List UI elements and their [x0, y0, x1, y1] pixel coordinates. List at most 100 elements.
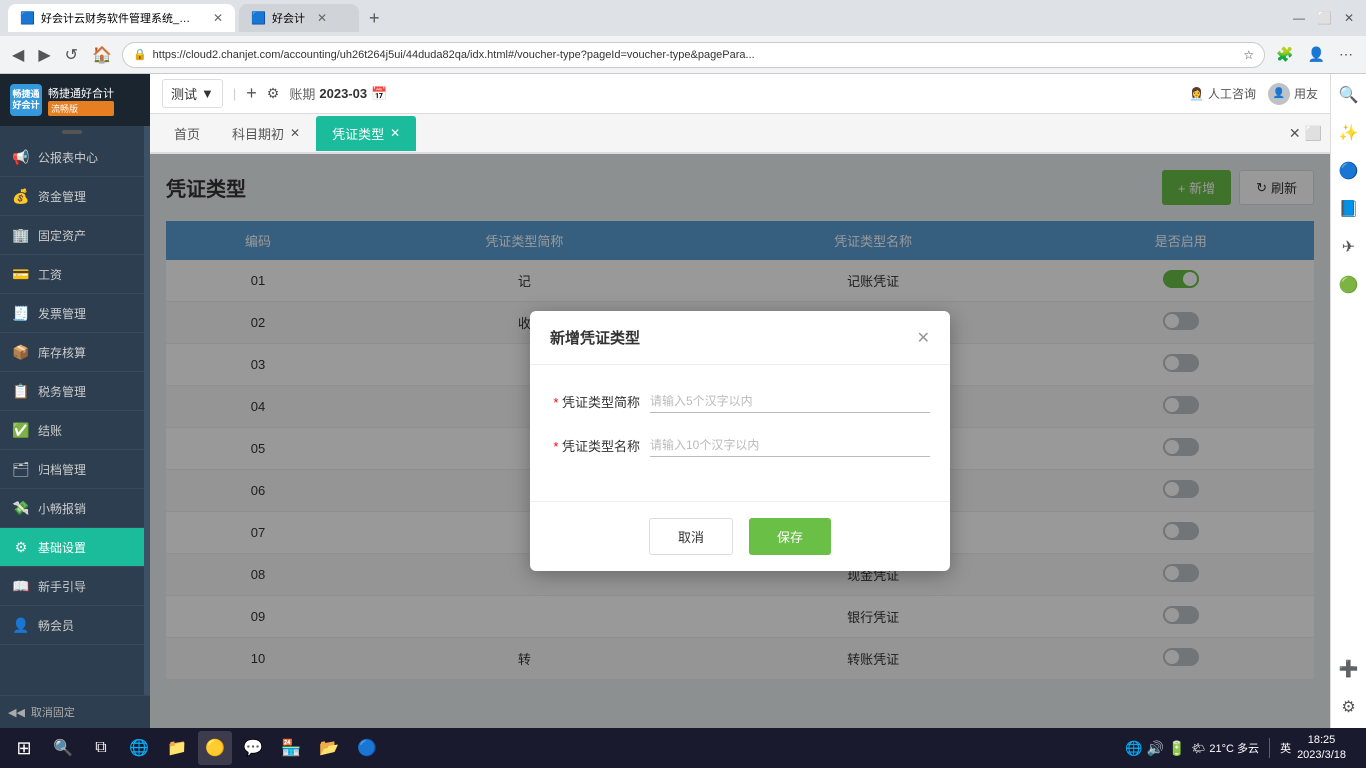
right-circle-icon[interactable]: 🔵	[1336, 158, 1362, 184]
right-add-icon[interactable]: ➕	[1336, 656, 1362, 682]
sidebar-item-fixed-assets[interactable]: 🏢 固定资产	[0, 216, 144, 255]
abbr-input[interactable]	[650, 389, 930, 413]
url-text: https://cloud2.chanjet.com/accounting/uh…	[153, 49, 1238, 61]
weather-info: 🌤 21°C 多云	[1191, 740, 1259, 756]
logo-badge: 流畅版	[48, 101, 114, 116]
taskview-button[interactable]: ⧉	[84, 731, 118, 765]
weather-text: 21°C 多云	[1209, 740, 1259, 756]
star-icon[interactable]: ☆	[1243, 48, 1254, 62]
tab-maximize-button[interactable]: ⬜	[1305, 125, 1322, 142]
sidebar-item-member[interactable]: 👤 畅会员	[0, 606, 144, 645]
volume-icon[interactable]: 🔊	[1147, 740, 1164, 757]
edge2-button[interactable]: 🔵	[350, 731, 384, 765]
cancel-fixed-icon: ◀◀	[8, 706, 25, 719]
profile-button[interactable]: 👤	[1303, 43, 1330, 66]
tab-voucher-close-icon[interactable]: ✕	[390, 126, 400, 140]
forward-button[interactable]: ▶	[34, 41, 54, 69]
cancel-fixed-btn[interactable]: ◀◀ 取消固定	[0, 695, 150, 728]
sidebar-item-expense[interactable]: 💸 小畅报销	[0, 489, 144, 528]
explorer-button[interactable]: 📁	[160, 731, 194, 765]
browser-tab-active[interactable]: 🟦 好会计云财务软件管理系统_会计 ✕	[8, 4, 235, 32]
sidebar-item-invoice[interactable]: 🧾 发票管理	[0, 294, 144, 333]
wechat-button[interactable]: 💬	[236, 731, 270, 765]
sidebar-item-archive[interactable]: 🗂 归档管理	[0, 450, 144, 489]
sidebar-item-settlement[interactable]: ✅ 结账	[0, 411, 144, 450]
tab-voucher-type[interactable]: 凭证类型 ✕	[316, 116, 416, 151]
period-icon: 📅	[371, 86, 387, 102]
guide-icon: 📖	[12, 577, 30, 595]
tab-favicon: 🟦	[20, 11, 35, 25]
extensions-button[interactable]: 🧩	[1271, 43, 1298, 66]
more-button[interactable]: ⋯	[1334, 43, 1358, 66]
logo-area: 畅捷通好会计 畅捷通好合计 流畅版	[0, 74, 150, 126]
search-taskbar-button[interactable]: 🔍	[46, 731, 80, 765]
right-plane-icon[interactable]: ✈	[1336, 234, 1362, 260]
browser-tab-inactive[interactable]: 🟦 好会计 ✕	[239, 4, 359, 32]
tax-icon: 📋	[12, 382, 30, 400]
browser-chrome: 🟦 好会计云财务软件管理系统_会计 ✕ 🟦 好会计 ✕ + — ⬜ ✕	[0, 0, 1366, 36]
start-button[interactable]: ⊞	[6, 730, 42, 766]
fixed-assets-icon: 🏢	[12, 226, 30, 244]
right-green-icon[interactable]: 🟢	[1336, 272, 1362, 298]
close-window-button[interactable]: ✕	[1340, 7, 1358, 29]
consult-button[interactable]: 👩‍💼 人工咨询	[1189, 85, 1256, 102]
sidebar: 畅捷通好会计 畅捷通好合计 流畅版 📢 公报表中心	[0, 74, 150, 728]
right-book-icon[interactable]: 📘	[1336, 196, 1362, 222]
consult-icon: 👩‍💼	[1189, 87, 1204, 101]
expense-icon: 💸	[12, 499, 30, 517]
sidebar-item-payroll[interactable]: 💳 工资	[0, 255, 144, 294]
workspace-selector[interactable]: 测试 ▼	[162, 79, 223, 108]
period-info: 账期 2023-03 📅	[289, 84, 387, 103]
sidebar-item-guide[interactable]: 📖 新手引导	[0, 567, 144, 606]
sidebar-item-announcement[interactable]: 📢 公报表中心	[0, 138, 144, 177]
windows-icon: ⊞	[16, 738, 31, 759]
home-button[interactable]: 🏠	[88, 41, 116, 69]
tab-minimize-button[interactable]: ✕	[1289, 125, 1301, 142]
tab-close-icon[interactable]: ✕	[213, 11, 223, 25]
sidebar-item-fixed-assets-label: 固定资产	[38, 227, 86, 244]
appstore-button[interactable]: 🏪	[274, 731, 308, 765]
tab-subject-close-icon[interactable]: ✕	[290, 126, 300, 140]
sidebar-nav: 📢 公报表中心 💰 资金管理 🏢 固定资产 💳 工资	[0, 126, 144, 695]
edge-button[interactable]: 🌐	[122, 731, 156, 765]
tab-home-label: 首页	[174, 124, 200, 143]
taskbar: ⊞ 🔍 ⧉ 🌐 📁 🟡 💬 🏪 📂 🔵 🌐 🔊 🔋 🌤 21°C 多云 英 18…	[0, 728, 1366, 768]
abbr-label: 凭证类型简称	[550, 392, 640, 411]
modal-dialog: 新增凭证类型 ✕ 凭证类型简称 凭证类型名称	[530, 311, 950, 571]
right-search-icon[interactable]: 🔍	[1336, 82, 1362, 108]
sidebar-item-expense-label: 小畅报销	[38, 500, 86, 517]
restore-window-button[interactable]: ⬜	[1313, 7, 1336, 29]
network-icon[interactable]: 🌐	[1125, 740, 1142, 757]
show-desktop-button[interactable]	[1352, 731, 1360, 765]
language-indicator[interactable]: 英	[1280, 740, 1291, 756]
add-workspace-button[interactable]: +	[246, 83, 257, 104]
modal-close-button[interactable]: ✕	[917, 328, 930, 348]
topbar-settings-button[interactable]: ⚙	[267, 85, 280, 102]
sidebar-item-tax[interactable]: 📋 税务管理	[0, 372, 144, 411]
battery-icon[interactable]: 🔋	[1168, 740, 1185, 757]
modal-footer: 取消 保存	[530, 501, 950, 571]
back-button[interactable]: ◀	[8, 41, 28, 69]
taskbar-right: 🌐 🔊 🔋 🌤 21°C 多云 英 18:25 2023/3/18	[1125, 731, 1360, 765]
minimize-window-button[interactable]: —	[1289, 7, 1309, 29]
address-bar[interactable]: 🔒 https://cloud2.chanjet.com/accounting/…	[122, 42, 1265, 68]
sidebar-item-fund[interactable]: 💰 资金管理	[0, 177, 144, 216]
tab-home[interactable]: 首页	[158, 116, 216, 151]
member-icon: 👤	[12, 616, 30, 634]
app-container: 畅捷通好会计 畅捷通好合计 流畅版 📢 公报表中心	[0, 74, 1366, 728]
user-button[interactable]: 👤 用友	[1268, 83, 1318, 105]
name-input[interactable]	[650, 433, 930, 457]
new-tab-button[interactable]: +	[363, 8, 386, 29]
sidebar-item-settings[interactable]: ⚙ 基础设置	[0, 528, 144, 567]
chrome-button[interactable]: 🟡	[198, 731, 232, 765]
sidebar-item-inventory[interactable]: 📦 库存核算	[0, 333, 144, 372]
right-star-icon[interactable]: ✨	[1336, 120, 1362, 146]
save-button[interactable]: 保存	[749, 518, 831, 555]
cancel-button[interactable]: 取消	[649, 518, 733, 555]
files-button[interactable]: 📂	[312, 731, 346, 765]
reload-button[interactable]: ↺	[61, 41, 82, 69]
tab2-close-icon[interactable]: ✕	[317, 11, 327, 25]
modal-body: 凭证类型简称 凭证类型名称	[530, 365, 950, 501]
right-settings-icon[interactable]: ⚙	[1336, 694, 1362, 720]
tab-subject[interactable]: 科目期初 ✕	[216, 116, 316, 151]
